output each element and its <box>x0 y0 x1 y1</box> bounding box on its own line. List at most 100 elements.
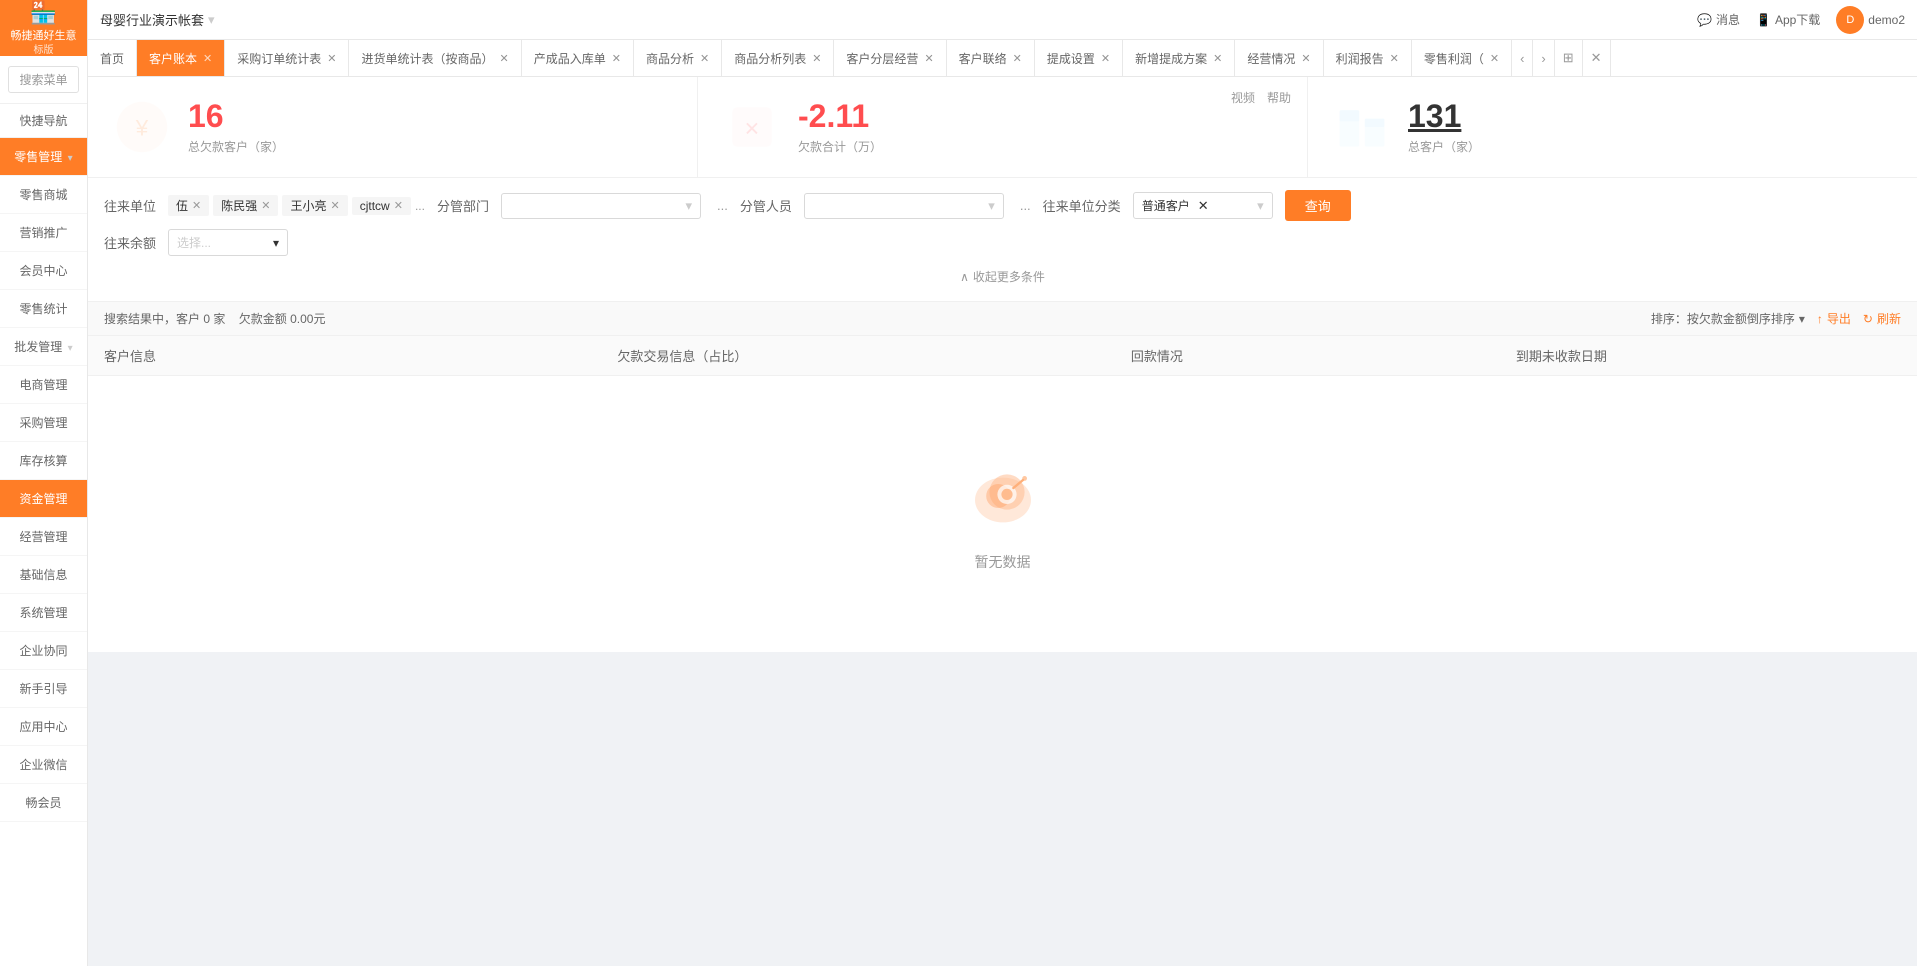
svg-text:✕: ✕ <box>744 118 760 140</box>
tab-scroll-left[interactable]: ‹ <box>1512 40 1533 76</box>
query-button[interactable]: 查询 <box>1285 190 1351 221</box>
video-link[interactable]: 视频 <box>1231 89 1255 106</box>
sidebar-item-newbie[interactable]: 新手引导 <box>0 670 87 708</box>
collapse-filter-btn[interactable]: ∧ 收起更多条件 <box>104 264 1901 289</box>
sidebar-item-finance[interactable]: 资金管理 <box>0 480 87 518</box>
app-download-btn[interactable]: 📱 App下载 <box>1756 11 1820 28</box>
main-area: 母婴行业演示帐套 ▾ 💬 消息 📱 App下载 D demo2 <box>88 0 1917 966</box>
search-result-text: 搜索结果中，客户 0 家 欠款金额 0.00元 <box>104 310 325 327</box>
results-bar-right: 排序：按欠款金额倒序排序 ▾ ↑ 导出 ↻ 刷新 <box>1651 310 1901 327</box>
sidebar-item-vip-member[interactable]: 畅会员 <box>0 784 87 822</box>
tab-goods-analysis-list[interactable]: 商品分析列表 ✕ <box>722 40 834 76</box>
sidebar-item-retail-mall[interactable]: 零售商城 <box>0 176 87 214</box>
tab-customer-layer[interactable]: 客户分层经营 ✕ <box>834 40 946 76</box>
tab-customer-account[interactable]: 客户账本 ✕ <box>137 40 225 76</box>
message-icon: 💬 <box>1697 13 1712 27</box>
user-profile-btn[interactable]: D demo2 <box>1836 6 1905 34</box>
sidebar-item-system[interactable]: 系统管理 <box>0 594 87 632</box>
tab-raise-settings[interactable]: 提成设置 ✕ <box>1035 40 1123 76</box>
sidebar-item-inventory[interactable]: 库存核算 <box>0 442 87 480</box>
tab-close-icon-7[interactable]: ✕ <box>924 52 933 65</box>
tab-close-icon[interactable]: ✕ <box>203 52 212 65</box>
tag-close-icon-4[interactable]: ✕ <box>394 199 403 212</box>
tab-goods-analysis[interactable]: 商品分析 ✕ <box>634 40 722 76</box>
tab-close-icon-3[interactable]: ✕ <box>500 52 509 65</box>
tab-cost-in[interactable]: 产成品入库单 ✕ <box>522 40 634 76</box>
chevron-down-icon: ▾ <box>68 153 73 164</box>
tab-import-stats[interactable]: 进货单统计表（按商品） ✕ <box>349 40 521 76</box>
tag-close-icon[interactable]: ✕ <box>192 199 201 212</box>
tab-profit-report[interactable]: 利润报告 ✕ <box>1324 40 1412 76</box>
tab-close-icon-4[interactable]: ✕ <box>612 52 621 65</box>
tab-close-icon-8[interactable]: ✕ <box>1013 52 1022 65</box>
tab-close-all-btn[interactable]: ✕ <box>1583 40 1611 76</box>
export-button[interactable]: ↑ 导出 <box>1817 310 1851 327</box>
person-extra-btn[interactable]: ... <box>1020 198 1031 213</box>
refresh-button[interactable]: ↻ 刷新 <box>1863 310 1901 327</box>
filter-tag-4[interactable]: cjttcw ✕ <box>352 197 411 215</box>
filter-tag-2[interactable]: 陈民强 ✕ <box>213 195 278 216</box>
unit-class-selector[interactable]: 普通客户 ✕ ▾ <box>1133 192 1273 219</box>
industry-selector[interactable]: 母婴行业演示帐套 ▾ <box>100 10 215 29</box>
col-header-customer-info: 客户信息 <box>104 346 617 365</box>
stat-icon-2: ✕ <box>722 97 782 157</box>
sidebar-item-retail-stats[interactable]: 零售统计 <box>0 290 87 328</box>
sidebar-item-purchase[interactable]: 采购管理 <box>0 404 87 442</box>
sidebar-item-enterprise[interactable]: 企业协同 <box>0 632 87 670</box>
tab-close-icon-9[interactable]: ✕ <box>1101 52 1110 65</box>
sidebar-item-member[interactable]: 会员中心 <box>0 252 87 290</box>
chevron-down-icon-6: ▾ <box>1257 198 1264 214</box>
filter-tag-3[interactable]: 王小亮 ✕ <box>282 195 347 216</box>
tag-close-icon-2[interactable]: ✕ <box>261 199 270 212</box>
help-link[interactable]: 帮助 <box>1267 89 1291 106</box>
tab-close-icon-5[interactable]: ✕ <box>700 52 709 65</box>
tab-purchase-order[interactable]: 采购订单统计表 ✕ <box>225 40 349 76</box>
dept-extra-btn[interactable]: ... <box>717 198 728 213</box>
tab-close-icon-13[interactable]: ✕ <box>1490 52 1499 65</box>
sidebar-item-wholesale[interactable]: 批发管理 ▾ <box>0 328 87 366</box>
tab-close-icon-12[interactable]: ✕ <box>1390 52 1399 65</box>
data-table: 客户信息 欠款交易信息（占比） 回款情况 到期未收款日期 <box>88 336 1917 652</box>
sidebar-item-marketing[interactable]: 营销推广 <box>0 214 87 252</box>
tab-scroll-right[interactable]: › <box>1533 40 1554 76</box>
message-btn[interactable]: 💬 消息 <box>1697 11 1740 28</box>
stat-info-2: -2.11 欠款合计（万） <box>798 99 882 155</box>
tab-customer-contact[interactable]: 客户联络 ✕ <box>947 40 1035 76</box>
stats-row: ¥ 16 总欠款客户（家） ✕ <box>88 77 1917 178</box>
search-menu-btn[interactable]: 搜索菜单 <box>8 66 79 93</box>
tab-close-icon-10[interactable]: ✕ <box>1213 52 1222 65</box>
sort-button[interactable]: 排序：按欠款金额倒序排序 ▾ <box>1651 310 1805 327</box>
tab-close-icon-6[interactable]: ✕ <box>812 52 821 65</box>
tab-operations[interactable]: 经营情况 ✕ <box>1235 40 1323 76</box>
filter-tags-more[interactable]: ... <box>415 199 425 213</box>
stat-card-arrear-total: ✕ -2.11 欠款合计（万） 视频 帮助 <box>698 77 1308 177</box>
tab-retail-profit[interactable]: 零售利润（ ✕ <box>1412 40 1512 76</box>
sidebar-item-ops[interactable]: 经营管理 <box>0 518 87 556</box>
page-content: ¥ 16 总欠款客户（家） ✕ <box>88 77 1917 966</box>
chevron-down-icon-3: ▾ <box>208 12 215 28</box>
sidebar-item-ecommerce[interactable]: 电商管理 <box>0 366 87 404</box>
tab-close-icon-2[interactable]: ✕ <box>327 52 336 65</box>
avatar: D <box>1836 6 1864 34</box>
tab-more-btn[interactable]: ⊞ <box>1555 40 1583 76</box>
tab-home[interactable]: 首页 <box>88 40 137 76</box>
empty-state-icon <box>963 456 1043 536</box>
tab-add-raise[interactable]: 新增提成方案 ✕ <box>1123 40 1235 76</box>
filter-section: 往来单位 伍 ✕ 陈民强 ✕ 王小亮 <box>88 178 1917 302</box>
stat-icon-3 <box>1332 97 1392 157</box>
filter-tag-1[interactable]: 伍 ✕ <box>168 195 209 216</box>
sidebar-logo: 🏪 畅捷通好生意 标版 <box>0 0 87 56</box>
sidebar-item-app-center[interactable]: 应用中心 <box>0 708 87 746</box>
sidebar-item-retail[interactable]: 零售管理 ▾ <box>0 138 87 176</box>
sidebar-item-basic[interactable]: 基础信息 <box>0 556 87 594</box>
stat-value-total[interactable]: 131 <box>1408 99 1480 134</box>
tag-close-icon-3[interactable]: ✕ <box>331 199 340 212</box>
dept-selector[interactable]: ▾ <box>501 193 701 219</box>
unit-class-tag-close[interactable]: ✕ <box>1198 198 1209 214</box>
person-selector[interactable]: ▾ <box>804 193 1004 219</box>
tab-close-icon-11[interactable]: ✕ <box>1301 52 1310 65</box>
balance-selector[interactable]: 选择... ▾ <box>168 229 288 256</box>
sidebar-item-enterprise-wechat[interactable]: 企业微信 <box>0 746 87 784</box>
stat-card-arrear-customers: ¥ 16 总欠款客户（家） <box>88 77 698 177</box>
quick-nav-btn[interactable]: 快捷导航 <box>0 104 87 138</box>
